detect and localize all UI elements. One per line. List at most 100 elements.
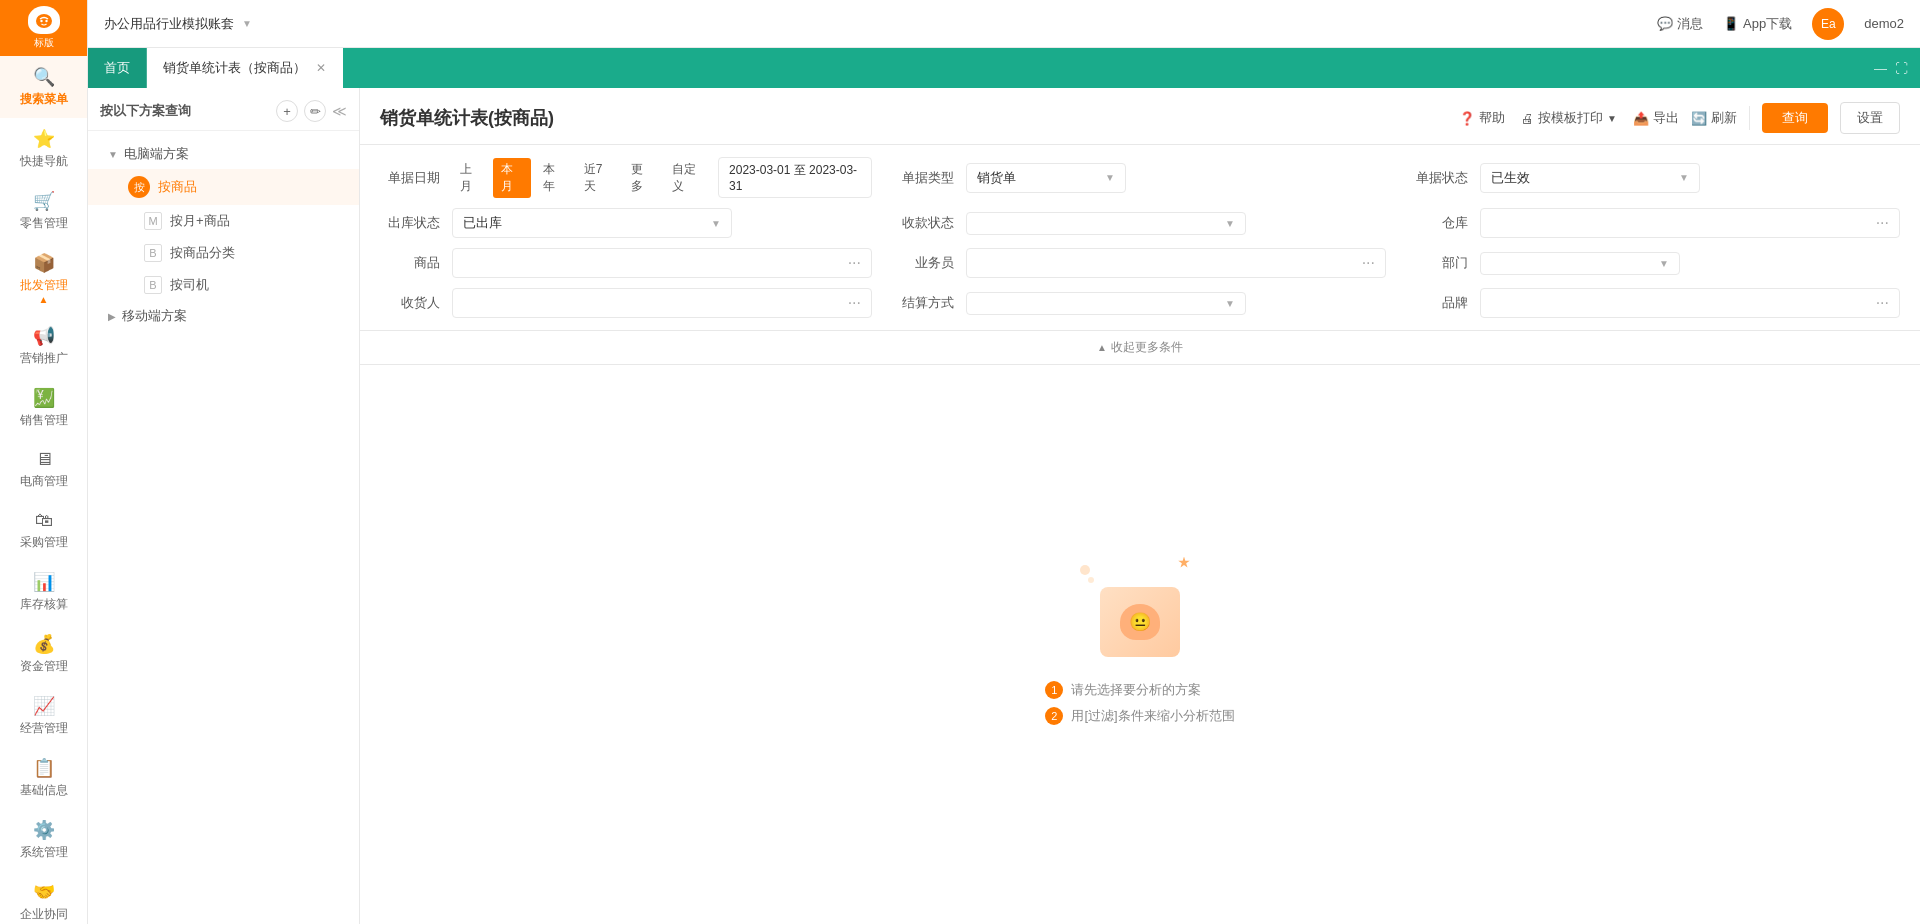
receiver-dots[interactable]: ···: [848, 294, 861, 312]
status-select[interactable]: 已生效 ▼: [1480, 163, 1700, 193]
tree-group-mobile[interactable]: ▶ 移动端方案: [88, 301, 359, 331]
status-arrow-icon: ▼: [1679, 172, 1689, 183]
sidebar-item-sales[interactable]: 💹 销售管理: [0, 377, 88, 439]
receiver-input[interactable]: ···: [452, 288, 872, 318]
sidebar-item-operation[interactable]: 📈 经营管理: [0, 685, 88, 747]
content-area: 按以下方案查询 + ✏ ≪ ▼ 电脑端方案 按 按商品 M: [88, 88, 1920, 924]
cooperation-icon: 🤝: [33, 881, 55, 903]
left-panel: 按以下方案查询 + ✏ ≪ ▼ 电脑端方案 按 按商品 M: [88, 88, 360, 924]
sidebar-item-retail[interactable]: 🛒 零售管理: [0, 180, 88, 242]
query-button[interactable]: 查询: [1762, 103, 1828, 133]
message-action[interactable]: 💬 消息: [1657, 15, 1703, 33]
page-actions: ❓ 帮助 🖨 按模板打印 ▼ 📤 导出 🔄 刷新: [1459, 102, 1900, 134]
app-download-action[interactable]: 📱 App下载: [1723, 15, 1792, 33]
tree-section: ▼ 电脑端方案 按 按商品 M 按月+商品 B 按商品分类 B 按司: [88, 131, 359, 339]
by-month-product-icon: M: [144, 212, 162, 230]
sidebar-item-ecommerce[interactable]: 🖥 电商管理: [0, 439, 88, 500]
settings-button[interactable]: 设置: [1840, 102, 1900, 134]
filter-row-4: 收货人 ··· 结算方式 ▼ 品牌: [380, 288, 1900, 318]
tab-report[interactable]: 销货单统计表（按商品） ✕: [147, 48, 343, 88]
username: demo2: [1864, 16, 1904, 31]
edit-scheme-button[interactable]: ✏: [304, 100, 326, 122]
receipt-filter-control: ▼: [966, 212, 1386, 235]
message-icon: 💬: [1657, 16, 1673, 31]
dept-label: 部门: [1398, 254, 1468, 272]
type-select[interactable]: 销货单 ▼: [966, 163, 1126, 193]
product-input[interactable]: ···: [452, 248, 872, 278]
receiver-label: 收货人: [380, 294, 440, 312]
sidebar-item-system[interactable]: ⚙️ 系统管理: [0, 809, 88, 871]
product-label: 商品: [380, 254, 440, 272]
avatar-initials: Ea: [1821, 17, 1836, 31]
sidebar-item-marketing[interactable]: 📢 营销推广: [0, 315, 88, 377]
brand-input[interactable]: ···: [1480, 288, 1900, 318]
receiver-filter-control: ···: [452, 288, 872, 318]
status-label: 单据状态: [1398, 169, 1468, 187]
staff-dots[interactable]: ···: [1362, 254, 1375, 272]
tab-home[interactable]: 首页: [88, 48, 147, 88]
header-right: 💬 消息 📱 App下载 Ea demo2: [1657, 8, 1904, 40]
tree-item-by-month-product[interactable]: M 按月+商品: [88, 205, 359, 237]
print-arrow-icon: ▼: [1607, 113, 1617, 124]
brand-filter-control: ···: [1480, 288, 1900, 318]
warehouse-dots[interactable]: ···: [1876, 214, 1889, 232]
receipt-select[interactable]: ▼: [966, 212, 1246, 235]
tree-item-by-category[interactable]: B 按商品分类: [88, 237, 359, 269]
logo-icon: [28, 6, 60, 34]
date-tab-last-month[interactable]: 上月: [452, 158, 489, 198]
out-select[interactable]: 已出库 ▼: [452, 208, 732, 238]
svg-point-0: [36, 14, 52, 28]
sidebar-item-inventory[interactable]: 📊 库存核算: [0, 561, 88, 623]
date-tab-more[interactable]: 更多: [623, 158, 660, 198]
tree-group-desktop[interactable]: ▼ 电脑端方案: [88, 139, 359, 169]
dept-arrow-icon: ▼: [1659, 258, 1669, 269]
collapse-bar[interactable]: ▲ 收起更多条件: [360, 331, 1920, 365]
empty-hints: 1 请先选择要分析的方案 2 用[过滤]条件来缩小分析范围: [1045, 681, 1234, 733]
empty-dot-1: [1080, 565, 1090, 575]
staff-label: 业务员: [884, 254, 954, 272]
refresh-button[interactable]: 🔄 刷新: [1691, 109, 1737, 127]
product-dots[interactable]: ···: [848, 254, 861, 272]
staff-input[interactable]: ···: [966, 248, 1386, 278]
dept-select[interactable]: ▼: [1480, 252, 1680, 275]
sidebar-item-search[interactable]: 🔍 搜索菜单: [0, 56, 88, 118]
brand-dots[interactable]: ···: [1876, 294, 1889, 312]
receipt-arrow-icon: ▼: [1225, 218, 1235, 229]
export-button[interactable]: 📤 导出: [1633, 109, 1679, 127]
avatar[interactable]: Ea: [1812, 8, 1844, 40]
sidebar-item-purchase[interactable]: 🛍 采购管理: [0, 500, 88, 561]
sidebar-item-basicinfo[interactable]: 📋 基础信息: [0, 747, 88, 809]
app-icon: 📱: [1723, 16, 1739, 31]
sidebar-item-quicknav[interactable]: ⭐ 快捷导航: [0, 118, 88, 180]
action-divider: [1749, 106, 1750, 130]
settle-select[interactable]: ▼: [966, 292, 1246, 315]
warehouse-input[interactable]: ···: [1480, 208, 1900, 238]
header-left: 办公用品行业模拟账套 ▼: [104, 15, 252, 33]
date-tab-this-month[interactable]: 本月: [493, 158, 530, 198]
date-tab-custom[interactable]: 自定义: [664, 158, 712, 198]
sidebar-logo[interactable]: 标版: [0, 0, 88, 56]
add-scheme-button[interactable]: +: [276, 100, 298, 122]
tab-maximize-button[interactable]: ⛶: [1895, 61, 1908, 76]
main-area: 办公用品行业模拟账套 ▼ 💬 消息 📱 App下载 Ea demo2 首页 销货…: [88, 0, 1920, 924]
print-button[interactable]: 🖨 按模板打印 ▼: [1517, 109, 1621, 127]
tab-minimize-button[interactable]: —: [1874, 61, 1887, 76]
sidebar-item-cooperation[interactable]: 🤝 企业协同: [0, 871, 88, 924]
tab-close-button[interactable]: ✕: [316, 61, 326, 75]
tree-group-desktop-label: 电脑端方案: [124, 145, 189, 163]
filter-row-3: 商品 ··· 业务员 ··· 部门: [380, 248, 1900, 278]
collapse-panel-button[interactable]: ≪: [332, 103, 347, 119]
filter-area: 单据日期 上月 本月 本年 近7天 更多 自定义 2023-03-01 至 20…: [360, 145, 1920, 331]
sidebar-item-finance[interactable]: 💰 资金管理: [0, 623, 88, 685]
sidebar-item-wholesale[interactable]: 📦 批发管理 ▲: [0, 242, 88, 315]
page-title: 销货单统计表(按商品): [380, 106, 554, 130]
workspace-arrow: ▼: [242, 18, 252, 29]
date-range-picker[interactable]: 2023-03-01 至 2023-03-31: [718, 157, 872, 198]
tree-item-by-machine[interactable]: B 按司机: [88, 269, 359, 301]
tree-item-by-product[interactable]: 按 按商品: [88, 169, 359, 205]
inventory-icon: 📊: [33, 571, 55, 593]
help-button[interactable]: ❓ 帮助: [1459, 109, 1505, 127]
out-value: 已出库: [463, 214, 502, 232]
date-tab-this-year[interactable]: 本年: [535, 158, 572, 198]
date-tab-last-7-days[interactable]: 近7天: [576, 158, 619, 198]
